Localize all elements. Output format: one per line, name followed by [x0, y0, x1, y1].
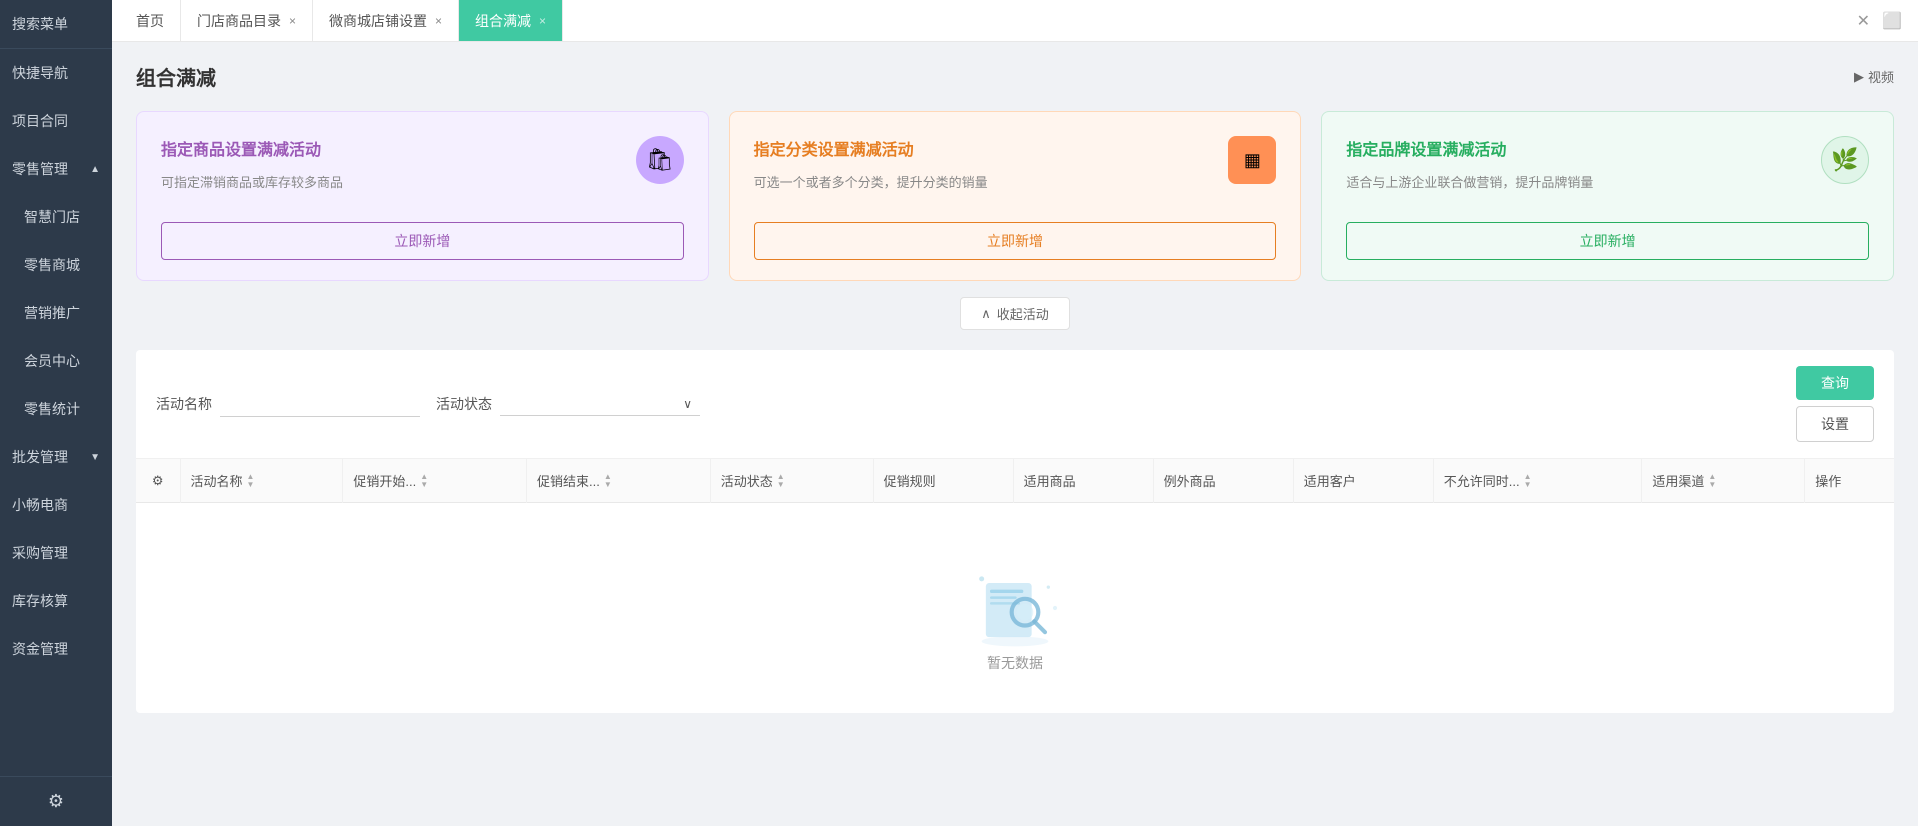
- th-status[interactable]: 活动状态 ▲▼: [710, 459, 873, 503]
- brand-card-title: 指定品牌设置满减活动: [1346, 136, 1869, 160]
- filter-status-item: 活动状态 ∨: [436, 393, 700, 416]
- tab-close-combo[interactable]: ×: [539, 14, 546, 28]
- filter-row: 活动名称 活动状态 ∨ 查询 设置: [136, 350, 1894, 459]
- th-exception: 例外商品: [1153, 459, 1293, 503]
- query-button[interactable]: 查询: [1796, 366, 1874, 400]
- sidebar-item-quick-nav[interactable]: 快捷导航: [0, 49, 112, 97]
- table-header-row: ⚙ 活动名称 ▲▼ 促销开始... ▲▼: [136, 459, 1894, 503]
- sidebar-item-member-center[interactable]: 会员中心: [0, 337, 112, 385]
- sidebar-item-wholesale-mgmt[interactable]: 批发管理 ▼: [0, 433, 112, 481]
- dropdown-icon: ∨: [683, 397, 692, 411]
- sort-icon-channel: ▲▼: [1708, 473, 1716, 489]
- sidebar-item-inventory[interactable]: 库存核算: [0, 577, 112, 625]
- th-product: 适用商品: [1013, 459, 1153, 503]
- empty-illustration-icon: [965, 563, 1065, 653]
- filter-status-select[interactable]: ∨: [500, 393, 700, 416]
- restore-window-icon[interactable]: ⬜: [1882, 11, 1902, 31]
- sidebar-bottom: ⚙: [0, 776, 112, 826]
- filter-buttons: 查询 设置: [1796, 366, 1874, 442]
- empty-text: 暂无数据: [987, 653, 1043, 673]
- sidebar-item-retail-mgmt[interactable]: 零售管理 ▲: [0, 145, 112, 193]
- table-body: 暂无数据: [136, 503, 1894, 714]
- sort-icon-end: ▲▼: [604, 473, 612, 489]
- category-card-icon: ▦: [1228, 136, 1276, 184]
- category-activity-card: ▦ 指定分类设置满减活动 可选一个或者多个分类，提升分类的销量 立即新增: [729, 111, 1302, 281]
- data-table-wrapper: ⚙ 活动名称 ▲▼ 促销开始... ▲▼: [136, 459, 1894, 713]
- chevron-down-icon: ▼: [90, 452, 100, 463]
- settings-button[interactable]: 设置: [1796, 406, 1874, 442]
- filter-table-container: 活动名称 活动状态 ∨ 查询 设置: [136, 350, 1894, 713]
- th-start[interactable]: 促销开始... ▲▼: [343, 459, 527, 503]
- th-channel[interactable]: 适用渠道 ▲▼: [1642, 459, 1805, 503]
- filter-name-label: 活动名称: [156, 394, 212, 414]
- sidebar-item-project-contract[interactable]: 项目合同: [0, 97, 112, 145]
- collapse-icon: ∧: [981, 306, 991, 322]
- play-icon: ▶: [1854, 69, 1864, 85]
- page-title: 组合满减: [136, 62, 216, 91]
- tab-home[interactable]: 首页: [120, 0, 181, 41]
- th-no-combine[interactable]: 不允许同时... ▲▼: [1433, 459, 1642, 503]
- filter-status-label: 活动状态: [436, 394, 492, 414]
- main-area: 首页 门店商品目录 × 微商城店铺设置 × 组合满减 × ✕ ⬜ 组合满减 ▶ …: [112, 0, 1918, 826]
- brand-activity-card: 🌿 指定品牌设置满减活动 适合与上游企业联合做营销，提升品牌销量 立即新增: [1321, 111, 1894, 281]
- brand-card-add-btn[interactable]: 立即新增: [1346, 222, 1869, 260]
- th-action: 操作: [1805, 459, 1894, 503]
- category-card-desc: 可选一个或者多个分类，提升分类的销量: [754, 172, 1277, 202]
- tab-bar-right: ✕ ⬜: [1857, 11, 1902, 31]
- collapse-bar: ∧ 收起活动: [136, 297, 1894, 330]
- product-card-desc: 可指定滞销商品或库存较多商品: [161, 172, 684, 202]
- data-table: ⚙ 活动名称 ▲▼ 促销开始... ▲▼: [136, 459, 1894, 713]
- th-end[interactable]: 促销结束... ▲▼: [527, 459, 711, 503]
- tab-combo-discount[interactable]: 组合满减 ×: [459, 0, 563, 41]
- empty-state-row: 暂无数据: [136, 503, 1894, 714]
- sidebar-item-ecommerce[interactable]: 小畅电商: [0, 481, 112, 529]
- sidebar-item-retail-mall[interactable]: 零售商城: [0, 241, 112, 289]
- tab-weshop-settings[interactable]: 微商城店铺设置 ×: [313, 0, 459, 41]
- brand-card-desc: 适合与上游企业联合做营销，提升品牌销量: [1346, 172, 1869, 202]
- empty-state: 暂无数据: [136, 503, 1894, 713]
- settings-icon[interactable]: ⚙: [48, 791, 64, 812]
- sidebar-item-purchase-mgmt[interactable]: 采购管理: [0, 529, 112, 577]
- product-card-title: 指定商品设置满减活动: [161, 136, 684, 160]
- sidebar-item-smart-store[interactable]: 智慧门店: [0, 193, 112, 241]
- sort-icon-no-combine: ▲▼: [1524, 473, 1532, 489]
- close-window-icon[interactable]: ✕: [1857, 11, 1870, 31]
- sort-icon-start: ▲▼: [420, 473, 428, 489]
- brand-card-icon: 🌿: [1821, 136, 1869, 184]
- sidebar: 搜索菜单 快捷导航 项目合同 零售管理 ▲ 智慧门店 零售商城 营销推广 会员中…: [0, 0, 112, 826]
- sidebar-item-marketing[interactable]: 营销推广: [0, 289, 112, 337]
- video-link[interactable]: ▶ 视频: [1854, 67, 1894, 86]
- category-card-add-btn[interactable]: 立即新增: [754, 222, 1277, 260]
- tab-close-weshop[interactable]: ×: [435, 14, 442, 28]
- page-header: 组合满减 ▶ 视频: [136, 62, 1894, 91]
- th-rule: 促销规则: [873, 459, 1013, 503]
- tab-close-store-catalog[interactable]: ×: [289, 14, 296, 28]
- th-name[interactable]: 活动名称 ▲▼: [180, 459, 343, 503]
- category-card-title: 指定分类设置满减活动: [754, 136, 1277, 160]
- product-activity-card: 🛍 指定商品设置满减活动 可指定滞销商品或库存较多商品 立即新增: [136, 111, 709, 281]
- tab-bar: 首页 门店商品目录 × 微商城店铺设置 × 组合满减 × ✕ ⬜: [112, 0, 1918, 42]
- filter-name-input[interactable]: [220, 392, 420, 417]
- sidebar-item-retail-stats[interactable]: 零售统计: [0, 385, 112, 433]
- tab-store-catalog[interactable]: 门店商品目录 ×: [181, 0, 313, 41]
- chevron-up-icon: ▲: [90, 164, 100, 175]
- filter-name-item: 活动名称: [156, 392, 420, 417]
- sidebar-search[interactable]: 搜索菜单: [0, 0, 112, 49]
- sort-icon-status: ▲▼: [777, 473, 785, 489]
- content-area: 组合满减 ▶ 视频 🛍 指定商品设置满减活动 可指定滞销商品或库存较多商品 立即…: [112, 42, 1918, 826]
- th-settings[interactable]: ⚙: [136, 459, 180, 503]
- product-card-icon: 🛍: [636, 136, 684, 184]
- activity-cards: 🛍 指定商品设置满减活动 可指定滞销商品或库存较多商品 立即新增 ▦ 指定分类设…: [136, 111, 1894, 281]
- product-card-add-btn[interactable]: 立即新增: [161, 222, 684, 260]
- sort-icon-name: ▲▼: [247, 473, 255, 489]
- collapse-activity-btn[interactable]: ∧ 收起活动: [960, 297, 1070, 330]
- sidebar-item-finance[interactable]: 资金管理: [0, 625, 112, 673]
- th-customer: 适用客户: [1293, 459, 1433, 503]
